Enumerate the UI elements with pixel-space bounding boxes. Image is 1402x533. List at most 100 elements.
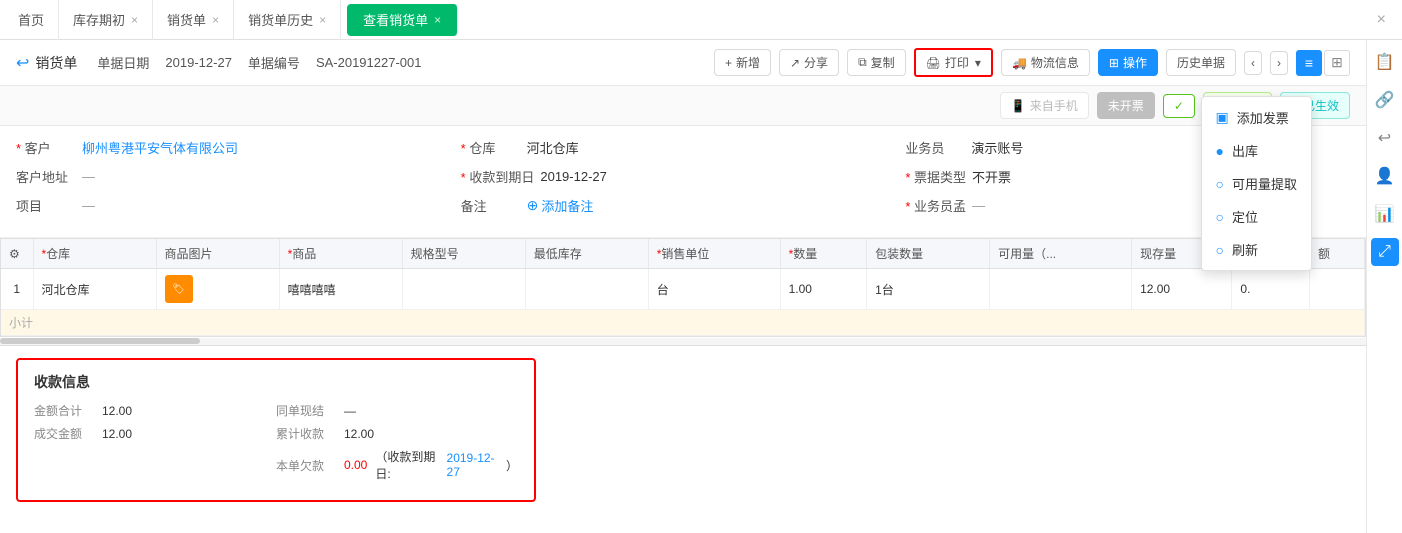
note-label: 备注 bbox=[461, 196, 521, 215]
table-header-row: ⚙ *仓库 商品图片 *商品 规格型号 最低库存 *销售单位 *数量 包装数量 … bbox=[1, 239, 1365, 269]
same-order-value: — bbox=[344, 404, 356, 418]
logistics-button[interactable]: 🚚 物流信息 bbox=[1001, 49, 1090, 76]
view-switch: ≡ ⊞ bbox=[1296, 50, 1350, 76]
sidebar-icon-chart[interactable]: 📊 bbox=[1371, 200, 1399, 228]
row-current-stock: 12.00 bbox=[1132, 269, 1232, 310]
check-button[interactable]: ✓ bbox=[1163, 94, 1195, 118]
row-qty: 1.00 bbox=[780, 269, 866, 310]
tab-view-sales[interactable]: 查看销货单 × bbox=[347, 4, 458, 36]
grid-view-button[interactable]: ⊞ bbox=[1324, 50, 1350, 76]
operations-button[interactable]: ⊞ 操作 bbox=[1098, 49, 1158, 76]
same-order-label: 同单现结 bbox=[276, 402, 336, 419]
row-pack-qty: 1台 bbox=[867, 269, 990, 310]
prev-record-button[interactable]: ‹ bbox=[1244, 51, 1262, 75]
tab-sales-order[interactable]: 销货单 × bbox=[153, 0, 234, 40]
th-settings[interactable]: ⚙ bbox=[1, 239, 33, 269]
customer-value[interactable]: 柳州粤港平安气体有限公司 bbox=[82, 138, 238, 157]
window-close-button[interactable]: × bbox=[1369, 11, 1394, 29]
dropdown-add-invoice[interactable]: ▣ 添加发票 bbox=[1202, 101, 1311, 134]
customer-field: 客户 柳州粤港平安气体有限公司 bbox=[16, 138, 461, 157]
warehouse-field: 仓库 河北仓库 bbox=[461, 138, 906, 157]
row-spec bbox=[402, 269, 525, 310]
scroll-thumb bbox=[0, 338, 200, 344]
copy-icon: ⧉ bbox=[858, 55, 867, 70]
tab-sales-history[interactable]: 销货单历史 × bbox=[234, 0, 341, 40]
not-open-ticket-button[interactable]: 未开票 bbox=[1097, 92, 1155, 119]
history-button[interactable]: 历史单据 bbox=[1166, 49, 1236, 76]
new-button[interactable]: + 新增 bbox=[714, 49, 771, 76]
row-no: 1 bbox=[1, 269, 33, 310]
list-view-button[interactable]: ≡ bbox=[1296, 50, 1322, 76]
dropdown-refresh[interactable]: ○ 刷新 bbox=[1202, 233, 1311, 266]
form-row-2: 客户地址 — 收款到期日 2019-12-27 票据类型 不开票 bbox=[16, 167, 1350, 186]
tab-inventory-start-close[interactable]: × bbox=[131, 13, 138, 27]
address-label: 客户地址 bbox=[16, 167, 76, 186]
cumulative-value: 12.00 bbox=[344, 427, 374, 441]
invoice-type-value: 不开票 bbox=[972, 167, 1011, 186]
deal-amount-value: 12.00 bbox=[102, 427, 132, 441]
form-section: 客户 柳州粤港平安气体有限公司 仓库 河北仓库 业务员 演示账号 客户地址 — bbox=[0, 126, 1366, 238]
info-row-1: 金额合计 12.00 同单现结 — bbox=[34, 402, 518, 419]
info-deal-amount: 成交金额 12.00 bbox=[34, 425, 276, 442]
add-note-icon: ⊕ bbox=[527, 197, 539, 214]
sidebar-icon-expand[interactable]: ⤢ bbox=[1371, 238, 1399, 266]
th-available: 可用量（... bbox=[990, 239, 1132, 269]
tab-inventory-start[interactable]: 库存期初 × bbox=[59, 0, 153, 40]
due-note: （收款到期日: bbox=[375, 448, 438, 482]
print-button[interactable]: 🖨 打印 ▾ bbox=[914, 48, 993, 77]
sidebar-icon-link[interactable]: 🔗 bbox=[1371, 86, 1399, 114]
tab-view-sales-close[interactable]: × bbox=[434, 13, 441, 27]
tab-home[interactable]: 首页 bbox=[8, 0, 59, 40]
info-same-order: 同单现结 — bbox=[276, 402, 518, 419]
salesperson-label: 业务员孟 bbox=[905, 196, 966, 215]
info-total-amount: 金额合计 12.00 bbox=[34, 402, 276, 419]
doc-date-label: 单据日期 bbox=[97, 53, 149, 72]
sidebar-icon-user[interactable]: 👤 bbox=[1371, 162, 1399, 190]
doc-title-area: ↩ 销货单 bbox=[16, 53, 77, 73]
tab-sales-order-close[interactable]: × bbox=[212, 13, 219, 27]
th-min-stock: 最低库存 bbox=[525, 239, 648, 269]
th-pack-qty: 包装数量 bbox=[867, 239, 990, 269]
table-row: 1 河北仓库 🏷 嘻嘻嘻嘻 台 1.00 1台 bbox=[1, 269, 1365, 310]
dropdown-locate[interactable]: ○ 定位 bbox=[1202, 200, 1311, 233]
from-phone-button[interactable]: 📱 来自手机 bbox=[1000, 92, 1089, 119]
salesperson-value: — bbox=[972, 198, 985, 213]
deal-amount-label: 成交金额 bbox=[34, 425, 94, 442]
print-icon: 🖨 bbox=[926, 56, 941, 70]
dropdown-outbound[interactable]: ● 出库 bbox=[1202, 134, 1311, 167]
info-row-2: 成交金额 12.00 累计收款 12.00 bbox=[34, 425, 518, 442]
row-warehouse: 河北仓库 bbox=[33, 269, 156, 310]
th-qty: *数量 bbox=[780, 239, 866, 269]
available-qty-icon: ○ bbox=[1216, 176, 1224, 192]
form-row-1: 客户 柳州粤港平安气体有限公司 仓库 河北仓库 业务员 演示账号 bbox=[16, 138, 1350, 157]
info-due: 本单欠款 0.00 （收款到期日: 2019-12-27 ） bbox=[276, 448, 518, 482]
add-note-button[interactable]: ⊕ 添加备注 bbox=[527, 196, 594, 215]
info-cumulative: 累计收款 12.00 bbox=[276, 425, 518, 442]
row-unit: 台 bbox=[648, 269, 780, 310]
plus-icon: + bbox=[725, 56, 732, 70]
share-button[interactable]: ↗ 分享 bbox=[779, 49, 839, 76]
due-label: 本单欠款 bbox=[276, 457, 336, 474]
tab-sales-history-close[interactable]: × bbox=[319, 13, 326, 27]
th-warehouse: *仓库 bbox=[33, 239, 156, 269]
add-invoice-icon: ▣ bbox=[1216, 109, 1229, 126]
copy-button[interactable]: ⧉ 复制 bbox=[847, 49, 906, 76]
dropdown-available-qty[interactable]: ○ 可用量提取 bbox=[1202, 167, 1311, 200]
sidebar-icon-clipboard[interactable]: 📋 bbox=[1371, 48, 1399, 76]
operations-dropdown: ▣ 添加发票 ● 出库 ○ 可用量提取 ○ 定位 ○ 刷新 bbox=[1201, 96, 1312, 271]
payment-info-card: 收款信息 金额合计 12.00 同单现结 — 成交金额 12.00 累计收款 bbox=[16, 358, 536, 502]
doc-header: ↩ 销货单 单据日期 2019-12-27 单据编号 SA-20191227-0… bbox=[0, 40, 1366, 86]
project-value: — bbox=[82, 198, 95, 213]
due-note-end: ） bbox=[506, 457, 518, 474]
warehouse-label: 仓库 bbox=[461, 138, 521, 157]
locate-icon: ○ bbox=[1216, 209, 1224, 225]
truck-icon: 🚚 bbox=[1012, 56, 1027, 70]
sidebar-icon-return[interactable]: ↩ bbox=[1371, 124, 1399, 152]
note-field: 备注 ⊕ 添加备注 bbox=[461, 196, 906, 215]
next-record-button[interactable]: › bbox=[1270, 51, 1288, 75]
project-field: 项目 — bbox=[16, 196, 461, 215]
due-value: 0.00 bbox=[344, 458, 367, 472]
scroll-area[interactable] bbox=[0, 338, 1366, 346]
refresh-icon: ○ bbox=[1216, 242, 1224, 258]
warehouse-value: 河北仓库 bbox=[527, 138, 579, 157]
